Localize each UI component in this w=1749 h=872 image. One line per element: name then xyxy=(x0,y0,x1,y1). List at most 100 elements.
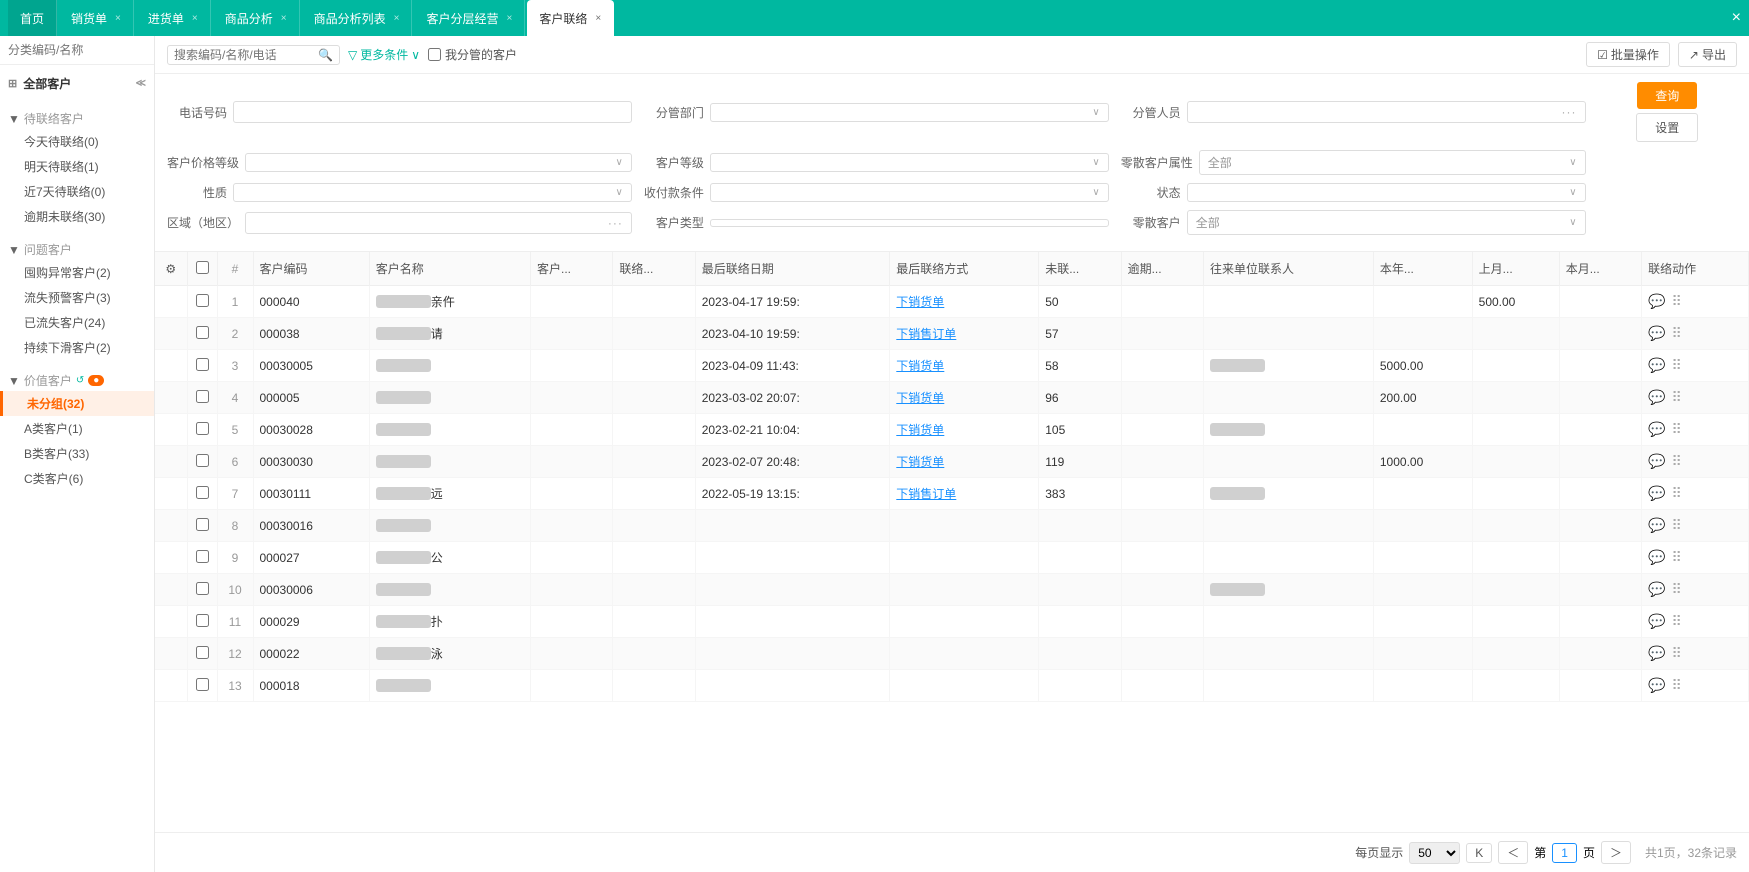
first-page-button[interactable]: K xyxy=(1466,843,1492,863)
th-name[interactable]: 客户名称 xyxy=(369,252,530,286)
customer-type-select[interactable] xyxy=(710,219,1109,227)
chat-icon[interactable]: 💬 xyxy=(1648,389,1665,406)
more-icon[interactable]: ⠿ xyxy=(1672,517,1682,534)
tab-customer-segment[interactable]: 客户分层经营 × xyxy=(414,0,525,36)
row-checkbox[interactable] xyxy=(196,390,209,403)
last-method-link[interactable]: 下销货单 xyxy=(896,359,944,373)
reset-button[interactable]: 设置 xyxy=(1636,113,1698,142)
chat-icon[interactable]: 💬 xyxy=(1648,613,1665,630)
sidebar-item-class-c[interactable]: C类客户(6) xyxy=(0,466,154,491)
chat-icon[interactable]: 💬 xyxy=(1648,357,1665,374)
close-tab-product-analysis[interactable]: × xyxy=(281,13,287,24)
sidebar-item-today-pending[interactable]: 今天待联络(0) xyxy=(0,129,154,154)
sidebar-item-week-pending[interactable]: 近7天待联络(0) xyxy=(0,179,154,204)
chat-icon[interactable]: 💬 xyxy=(1648,645,1665,662)
chat-icon[interactable]: 💬 xyxy=(1648,581,1665,598)
chat-icon[interactable]: 💬 xyxy=(1648,453,1665,470)
sidebar-item-class-a[interactable]: A类客户(1) xyxy=(0,416,154,441)
more-icon[interactable]: ⠿ xyxy=(1672,325,1682,342)
row-checkbox[interactable] xyxy=(196,678,209,691)
row-checkbox[interactable] xyxy=(196,646,209,659)
th-not-contact[interactable]: 未联... xyxy=(1039,252,1121,286)
sidebar-item-abnormal[interactable]: 囤购异常客户(2) xyxy=(0,260,154,285)
tab-product-analysis[interactable]: 商品分析 × xyxy=(213,0,300,36)
more-icon[interactable]: ⠿ xyxy=(1672,357,1682,374)
last-method-link[interactable]: 下销货单 xyxy=(896,295,944,309)
sidebar-item-tomorrow-pending[interactable]: 明天待联络(1) xyxy=(0,154,154,179)
th-year-amt[interactable]: 本年... xyxy=(1373,252,1472,286)
prev-page-button[interactable]: ＜ xyxy=(1498,841,1528,864)
row-checkbox[interactable] xyxy=(196,326,209,339)
more-icon[interactable]: ⠿ xyxy=(1672,485,1682,502)
tab-home[interactable]: 首页 xyxy=(8,0,57,36)
collapse-sidebar-icon[interactable]: ≪ xyxy=(136,78,146,89)
th-last-month[interactable]: 上月... xyxy=(1472,252,1559,286)
more-icon[interactable]: ⠿ xyxy=(1672,677,1682,694)
more-icon[interactable]: ⠿ xyxy=(1672,549,1682,566)
sidebar-item-churn-warning[interactable]: 流失预警客户(3) xyxy=(0,285,154,310)
close-tab-product-list[interactable]: × xyxy=(394,13,400,24)
more-icon[interactable]: ⠿ xyxy=(1672,645,1682,662)
chat-icon[interactable]: 💬 xyxy=(1648,325,1665,342)
customer-level-select[interactable]: ∨ xyxy=(710,153,1109,172)
th-settings[interactable]: ⚙ xyxy=(155,252,187,286)
th-this-month[interactable]: 本月... xyxy=(1559,252,1641,286)
tab-sales[interactable]: 销货单 × xyxy=(59,0,134,36)
th-code[interactable]: 客户编码 xyxy=(253,252,369,286)
last-method-link[interactable]: 下销售订单 xyxy=(896,327,956,341)
row-checkbox[interactable] xyxy=(196,294,209,307)
sidebar-item-ungroup[interactable]: 未分组(32) xyxy=(0,391,154,416)
page-size-select[interactable]: 50 100 200 xyxy=(1409,842,1460,864)
row-checkbox[interactable] xyxy=(196,582,209,595)
row-checkbox[interactable] xyxy=(196,614,209,627)
th-last-date[interactable]: 最后联络日期 xyxy=(695,252,890,286)
search-icon[interactable]: 🔍 xyxy=(318,48,333,62)
more-icon[interactable]: ⠿ xyxy=(1672,389,1682,406)
close-tab-purchase[interactable]: × xyxy=(192,13,198,24)
sidebar-item-class-b[interactable]: B类客户(33) xyxy=(0,441,154,466)
last-method-link[interactable]: 下销货单 xyxy=(896,391,944,405)
th-cat[interactable]: 客户... xyxy=(530,252,612,286)
customer-search-input[interactable] xyxy=(174,48,314,62)
dept-select[interactable]: ∨ xyxy=(710,103,1109,122)
th-last-method[interactable]: 最后联络方式 xyxy=(890,252,1039,286)
sidebar-item-overdue-pending[interactable]: 逾期未联络(30) xyxy=(0,204,154,229)
sidebar-item-churned[interactable]: 已流失客户(24) xyxy=(0,310,154,335)
chat-icon[interactable]: 💬 xyxy=(1648,293,1665,310)
retail-attr-select[interactable]: 全部 ∨ xyxy=(1199,150,1586,175)
th-partner[interactable]: 往来单位联系人 xyxy=(1203,252,1373,286)
more-icon[interactable]: ⠿ xyxy=(1672,453,1682,470)
chat-icon[interactable]: 💬 xyxy=(1648,549,1665,566)
last-method-link[interactable]: 下销货单 xyxy=(896,423,944,437)
row-checkbox[interactable] xyxy=(196,358,209,371)
my-customers-checkbox[interactable] xyxy=(428,48,441,61)
th-overdue[interactable]: 逾期... xyxy=(1121,252,1203,286)
sidebar-item-declining[interactable]: 持续下滑客户(2) xyxy=(0,335,154,360)
more-icon[interactable]: ⠿ xyxy=(1672,421,1682,438)
region-select[interactable]: ··· xyxy=(245,212,632,234)
all-customers-header[interactable]: ⊞ 全部客户 ≪ xyxy=(0,69,154,98)
tab-product-list[interactable]: 商品分析列表 × xyxy=(302,0,413,36)
last-method-link[interactable]: 下销售订单 xyxy=(896,487,956,501)
more-icon[interactable]: ⠿ xyxy=(1672,613,1682,630)
chat-icon[interactable]: 💬 xyxy=(1648,677,1665,694)
close-tab-customer-contact[interactable]: × xyxy=(595,13,601,24)
more-conditions-button[interactable]: ▽ 更多条件 ∨ xyxy=(348,46,420,63)
more-icon[interactable]: ⠿ xyxy=(1672,293,1682,310)
th-checkbox[interactable] xyxy=(187,252,217,286)
row-checkbox[interactable] xyxy=(196,422,209,435)
phone-input[interactable] xyxy=(233,101,632,123)
close-tab-sales[interactable]: × xyxy=(115,13,121,24)
more-icon[interactable]: ⠿ xyxy=(1672,581,1682,598)
query-button[interactable]: 查询 xyxy=(1637,82,1697,109)
next-page-button[interactable]: ＞ xyxy=(1601,841,1631,864)
price-level-select[interactable]: ∨ xyxy=(245,153,632,172)
payment-select[interactable]: ∨ xyxy=(710,183,1109,202)
select-all-checkbox[interactable] xyxy=(196,261,209,274)
close-tab-customer-segment[interactable]: × xyxy=(506,13,512,24)
export-button[interactable]: ↗ 导出 xyxy=(1678,42,1737,67)
th-contact[interactable]: 联络... xyxy=(613,252,695,286)
row-checkbox[interactable] xyxy=(196,518,209,531)
quality-select[interactable]: ∨ xyxy=(233,183,632,202)
tab-purchase[interactable]: 进货单 × xyxy=(136,0,211,36)
